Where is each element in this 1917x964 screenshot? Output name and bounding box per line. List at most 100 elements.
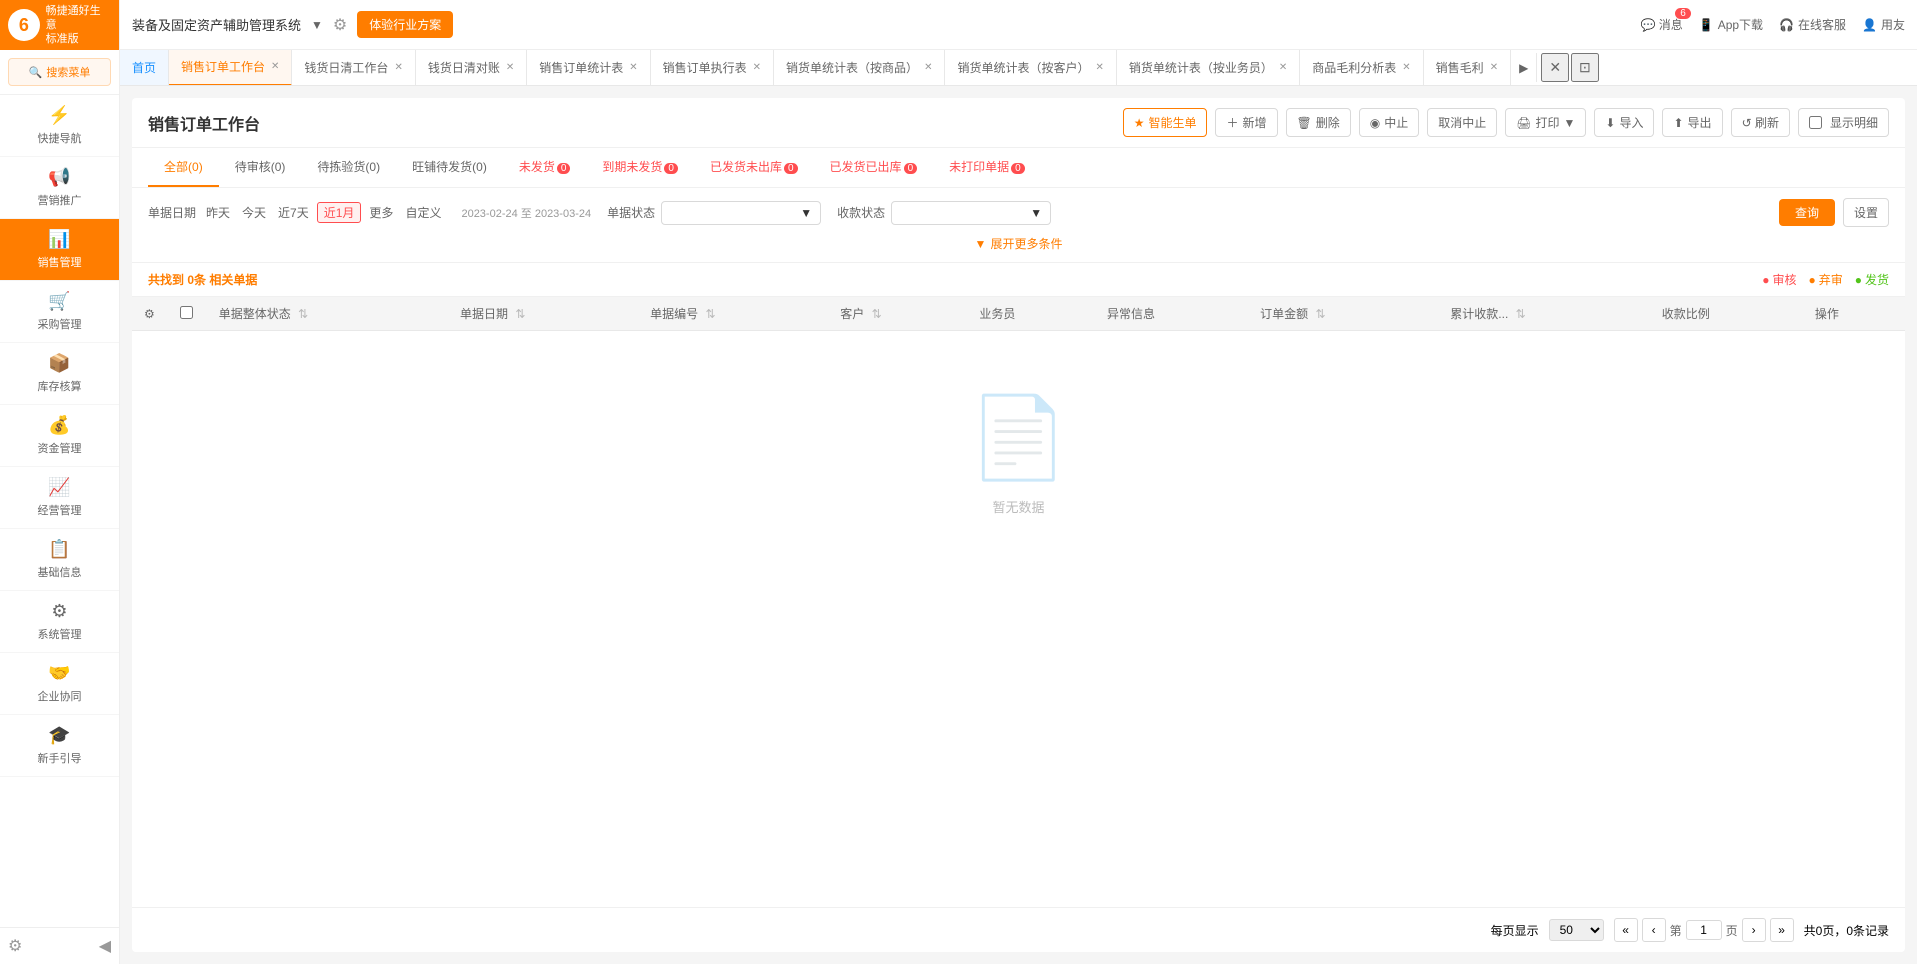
message-button[interactable]: 💬 消息 6 bbox=[1641, 16, 1683, 33]
query-button[interactable]: 查询 bbox=[1779, 199, 1835, 226]
last-page-button[interactable]: » bbox=[1770, 918, 1794, 942]
tab-sales-exec[interactable]: 销售订单执行表 ✕ bbox=[651, 50, 774, 86]
show-detail-button[interactable]: 显示明细 bbox=[1798, 108, 1889, 137]
sort-icon[interactable]: ⇅ bbox=[872, 307, 882, 321]
expand-filter-button[interactable]: ▼ 展开更多条件 bbox=[975, 235, 1063, 252]
collapse-sidebar-button[interactable]: ◀ bbox=[99, 936, 111, 956]
filter-settings-button[interactable]: 设置 bbox=[1843, 198, 1889, 227]
sidebar-item-coop[interactable]: 🤝 企业协同 bbox=[0, 653, 119, 715]
settings-footer-button[interactable]: ⚙ bbox=[8, 936, 22, 956]
system-dropdown[interactable]: ▼ bbox=[311, 18, 323, 32]
sort-icon[interactable]: ⇅ bbox=[298, 307, 308, 321]
tab-close-icon[interactable]: ✕ bbox=[394, 62, 402, 73]
sidebar-item-guide[interactable]: 🎓 新手引导 bbox=[0, 715, 119, 777]
date-option-today[interactable]: 今天 bbox=[238, 202, 270, 223]
cancel-stop-button[interactable]: 取消中止 bbox=[1427, 108, 1497, 137]
sidebar-item-system[interactable]: ⚙ 系统管理 bbox=[0, 591, 119, 653]
select-all-checkbox[interactable] bbox=[180, 306, 193, 319]
tab-sales-workbench[interactable]: 销售订单工作台 ✕ bbox=[169, 50, 292, 86]
tab-close-icon[interactable]: ✕ bbox=[271, 61, 279, 72]
add-button[interactable]: ＋ 新增 bbox=[1215, 108, 1277, 137]
tab-close-icon[interactable]: ✕ bbox=[1095, 62, 1103, 73]
sort-icon[interactable]: ⇅ bbox=[705, 307, 715, 321]
show-detail-checkbox[interactable] bbox=[1809, 116, 1822, 129]
tab-home[interactable]: 首页 bbox=[120, 50, 169, 86]
first-page-button[interactable]: « bbox=[1614, 918, 1638, 942]
tab-close-icon[interactable]: ✕ bbox=[924, 62, 932, 73]
col-received: 累计收款... ⇅ bbox=[1438, 297, 1649, 331]
tab-cash-daily[interactable]: 钱货日清工作台 ✕ bbox=[292, 50, 415, 86]
system-icon: ⚙ bbox=[51, 601, 67, 622]
tab-sales-stats[interactable]: 销售订单统计表 ✕ bbox=[527, 50, 650, 86]
tab-close-icon[interactable]: ✕ bbox=[506, 62, 514, 73]
app-download-button[interactable]: 📱 App下载 bbox=[1699, 16, 1763, 33]
tab-cash-account[interactable]: 钱货日清对账 ✕ bbox=[416, 50, 527, 86]
subtab-pending-review[interactable]: 待审核(0) bbox=[219, 148, 302, 187]
subtab-all[interactable]: 全部(0) bbox=[148, 148, 219, 187]
tab-close-icon[interactable]: ✕ bbox=[1402, 62, 1410, 73]
sort-icon[interactable]: ⇅ bbox=[515, 307, 525, 321]
sidebar-item-sales[interactable]: 📊 销售管理 bbox=[0, 219, 119, 281]
refresh-tab-button[interactable]: ⊡ bbox=[1571, 53, 1599, 82]
subtab-wangpu[interactable]: 旺铺待发货(0) bbox=[396, 148, 503, 187]
subtab-not-shipped[interactable]: 未发货0 bbox=[503, 148, 587, 187]
date-option-more[interactable]: 更多 bbox=[365, 202, 397, 223]
smart-create-button[interactable]: ★ 智能生单 bbox=[1123, 108, 1208, 137]
import-button[interactable]: ⬇ 导入 bbox=[1594, 108, 1654, 137]
sidebar-item-operations[interactable]: 📈 经营管理 bbox=[0, 467, 119, 529]
tab-margin-analysis[interactable]: 商品毛利分析表 ✕ bbox=[1300, 50, 1423, 86]
tab-sales-summary-staff[interactable]: 销货单统计表（按业务员） ✕ bbox=[1117, 50, 1300, 86]
stop-button[interactable]: ◉ 中止 bbox=[1359, 108, 1420, 137]
sidebar-item-purchase[interactable]: 🛒 采购管理 bbox=[0, 281, 119, 343]
batch-review-button[interactable]: ● 审核 bbox=[1762, 271, 1796, 288]
delete-button[interactable]: 🗑 删除 bbox=[1286, 108, 1351, 137]
per-page-select[interactable]: 50 100 200 bbox=[1549, 919, 1604, 941]
tab-sales-summary-product[interactable]: 销货单统计表（按商品） ✕ bbox=[774, 50, 945, 86]
tab-close-icon[interactable]: ✕ bbox=[1490, 62, 1498, 73]
star-icon: ★ bbox=[1134, 116, 1145, 130]
subtab-pending-check[interactable]: 待拣验货(0) bbox=[301, 148, 396, 187]
online-service-button[interactable]: 🎧 在线客服 bbox=[1779, 16, 1846, 33]
sidebar-item-finance[interactable]: 💰 资金管理 bbox=[0, 405, 119, 467]
sidebar-item-base-info[interactable]: 📋 基础信息 bbox=[0, 529, 119, 591]
date-option-7days[interactable]: 近7天 bbox=[274, 202, 313, 223]
tab-sales-profit[interactable]: 销售毛利 ✕ bbox=[1424, 50, 1511, 86]
sort-icon[interactable]: ⇅ bbox=[1516, 307, 1526, 321]
tab-sales-summary-customer[interactable]: 销货单统计表（按客户） ✕ bbox=[945, 50, 1116, 86]
refresh-button[interactable]: ↺ 刷新 bbox=[1731, 108, 1790, 137]
batch-ship-button[interactable]: ● 发货 bbox=[1855, 271, 1889, 288]
prev-page-button[interactable]: ‹ bbox=[1642, 918, 1666, 942]
export-button[interactable]: ⬆ 导出 bbox=[1662, 108, 1722, 137]
date-option-custom[interactable]: 自定义 bbox=[401, 202, 445, 223]
shipped-not-out-badge: 0 bbox=[784, 163, 798, 174]
next-page-button[interactable]: › bbox=[1742, 918, 1766, 942]
tab-close-icon[interactable]: ✕ bbox=[753, 62, 761, 73]
tab-close-icon[interactable]: ✕ bbox=[629, 62, 637, 73]
subtab-shipped-not-out[interactable]: 已发货未出库0 bbox=[694, 148, 814, 187]
sidebar-item-inventory[interactable]: 📦 库存核算 bbox=[0, 343, 119, 405]
status-select[interactable]: ▼ bbox=[661, 201, 821, 225]
tab-label: 钱货日清工作台 bbox=[304, 59, 388, 76]
batch-cancel-button[interactable]: ● 弃审 bbox=[1808, 271, 1842, 288]
close-all-tabs-button[interactable]: ✕ bbox=[1541, 53, 1569, 82]
industry-plan-button[interactable]: 体验行业方案 bbox=[357, 11, 453, 38]
subtab-expired-not-shipped[interactable]: 到期未发货0 bbox=[586, 148, 694, 187]
topbar-settings-button[interactable]: ⚙ bbox=[333, 15, 347, 35]
date-option-1month[interactable]: 近1月 bbox=[317, 202, 362, 223]
subtab-shipped-out[interactable]: 已发货已出库0 bbox=[814, 148, 934, 187]
sort-icon[interactable]: ⇅ bbox=[1316, 307, 1326, 321]
import-icon: ⬇ bbox=[1605, 116, 1615, 130]
empty-text: 暂无数据 bbox=[992, 497, 1044, 516]
user-menu-button[interactable]: 👤 用友 bbox=[1862, 16, 1905, 33]
tab-close-icon[interactable]: ✕ bbox=[1279, 62, 1287, 73]
sidebar-item-marketing[interactable]: 📢 营销推广 bbox=[0, 157, 119, 219]
search-menu-button[interactable]: 🔍 搜索菜单 bbox=[8, 58, 111, 86]
subtab-not-printed[interactable]: 未打印单据0 bbox=[933, 148, 1041, 187]
page-number-input[interactable] bbox=[1686, 920, 1722, 940]
payment-select[interactable]: ▼ bbox=[891, 201, 1051, 225]
empty-state: 📄 暂无数据 bbox=[132, 331, 1905, 576]
tabs-overflow-button[interactable]: ▶ bbox=[1511, 61, 1536, 75]
sidebar-item-quick-nav[interactable]: ⚡ 快捷导航 bbox=[0, 95, 119, 157]
print-button[interactable]: 🖨 打印 ▼ bbox=[1505, 108, 1586, 137]
date-option-yesterday[interactable]: 昨天 bbox=[202, 202, 234, 223]
